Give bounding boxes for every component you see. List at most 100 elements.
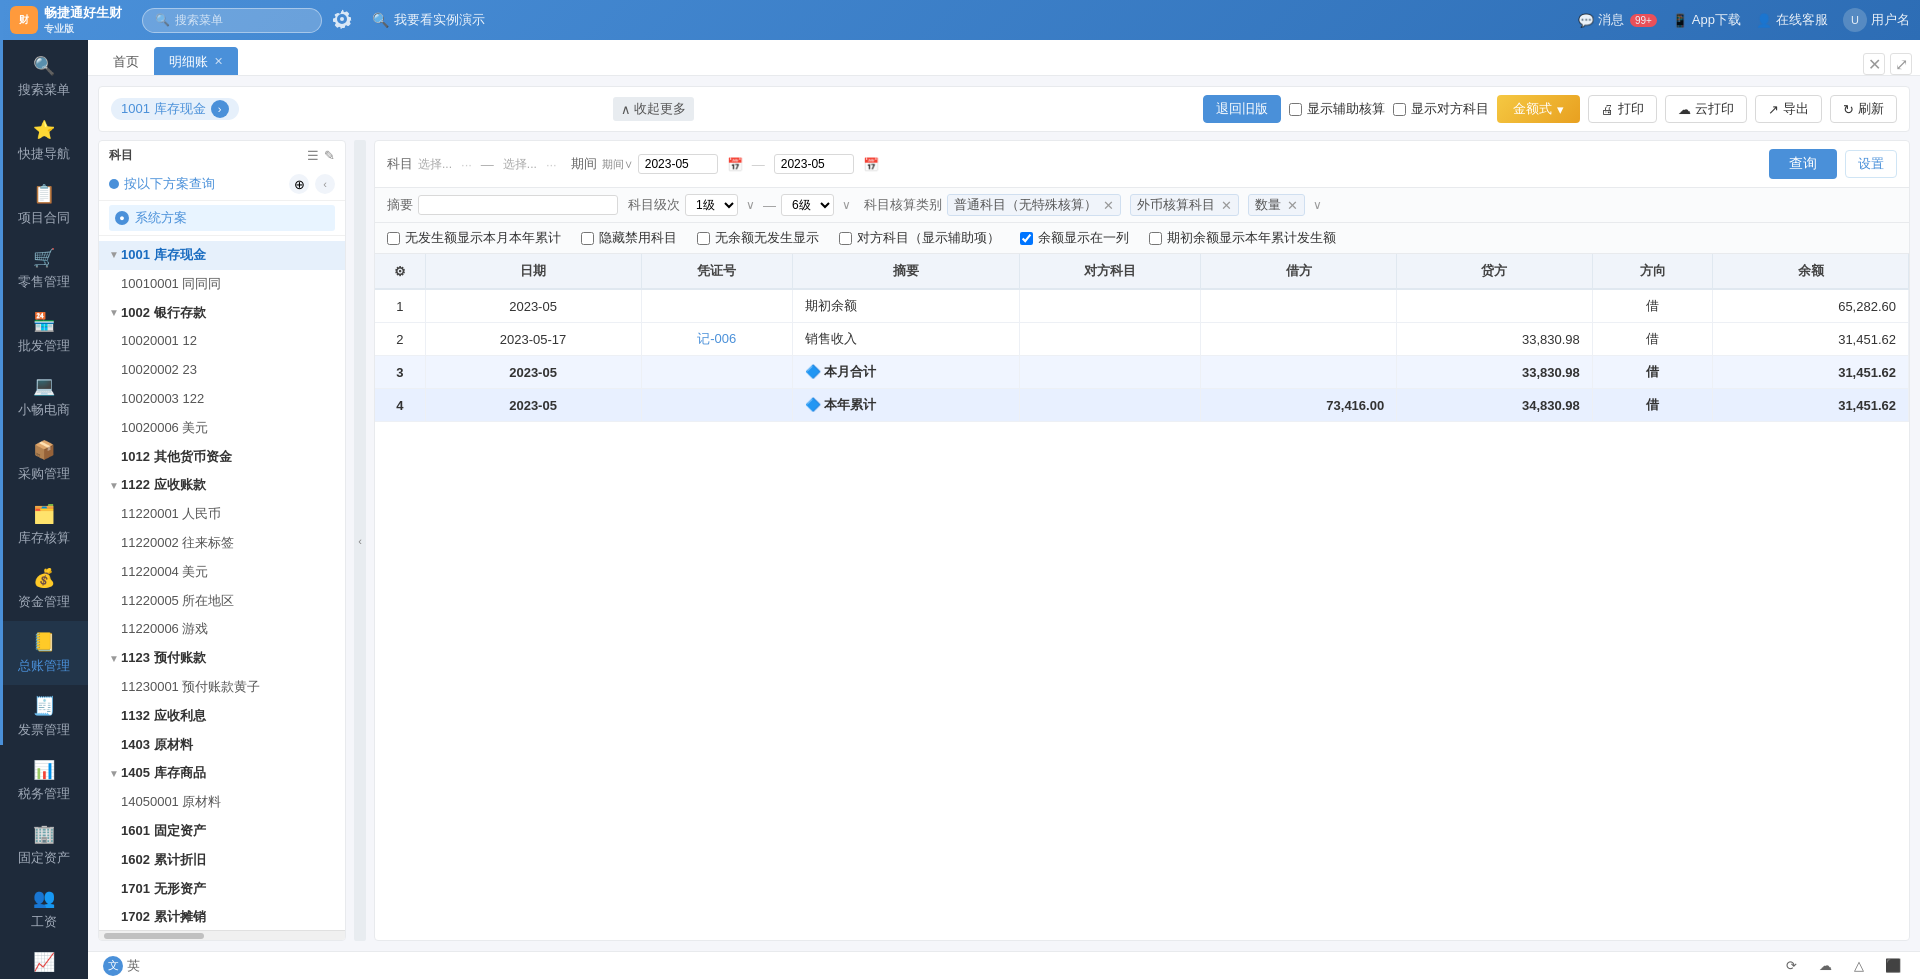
period-calendar-icon[interactable]: 📅 [727, 157, 743, 172]
tree-item-10020002[interactable]: 10020002 23 [99, 356, 345, 385]
horizontal-scrollbar[interactable] [99, 930, 345, 940]
sidebar-item-invoice[interactable]: 🧾 发票管理 [0, 685, 88, 749]
tab-ledger[interactable]: 明细账 ✕ [154, 47, 238, 75]
status-lang-btn[interactable]: 文 英 [103, 956, 140, 976]
query-btn[interactable]: 查询 [1769, 149, 1837, 179]
show-contra-input[interactable] [1393, 103, 1406, 116]
option-balance-one-col-input[interactable] [1020, 232, 1033, 245]
tree-item-1123[interactable]: ▼ 1123 预付账款 [99, 644, 345, 673]
option-hide-disabled-input[interactable] [581, 232, 594, 245]
show-contra-checkbox[interactable]: 显示对方科目 [1393, 100, 1489, 118]
settings-gear-icon[interactable] [332, 9, 352, 32]
level-start-select[interactable]: 1级2级3级 [685, 194, 738, 216]
option-balance-one-col[interactable]: 余额显示在一列 [1020, 229, 1129, 247]
tree-item-11220002[interactable]: 11220002 往来标签 [99, 529, 345, 558]
level-end-select[interactable]: 6级5级4级 [781, 194, 834, 216]
sidebar-item-operations[interactable]: 📈 经营管理 [0, 941, 88, 979]
app-download-btn[interactable]: 📱 App下载 [1672, 11, 1741, 29]
option-no-balance-input[interactable] [697, 232, 710, 245]
sidebar-item-purchase[interactable]: 📦 采购管理 [0, 429, 88, 493]
settings-btn[interactable]: 设置 [1845, 150, 1897, 178]
tree-item-10020006[interactable]: 10020006 美元 [99, 414, 345, 443]
tag-quantity-close[interactable]: ✕ [1287, 198, 1298, 213]
status-icon-4[interactable]: ⬛ [1881, 954, 1905, 978]
option-beginning-balance[interactable]: 期初余额显示本年累计发生额 [1149, 229, 1336, 247]
online-service-btn[interactable]: 👤 在线客服 [1756, 11, 1828, 29]
refresh-btn[interactable]: ↻ 刷新 [1830, 95, 1897, 123]
tab-close-icon[interactable]: ✕ [214, 55, 223, 68]
sidebar-item-capital[interactable]: 💰 资金管理 [0, 557, 88, 621]
sidebar-item-payroll[interactable]: 👥 工资 [0, 877, 88, 941]
search-bar[interactable]: 🔍 搜索菜单 [142, 8, 322, 33]
tree-item-1002[interactable]: ▼ 1002 银行存款 [99, 299, 345, 328]
period-end-input[interactable] [774, 154, 854, 174]
cloud-print-btn[interactable]: ☁ 云打印 [1665, 95, 1747, 123]
window-expand-btn[interactable]: ⤢ [1890, 53, 1912, 75]
show-aux-input[interactable] [1289, 103, 1302, 116]
sidebar-item-inventory[interactable]: 🗂️ 库存核算 [0, 493, 88, 557]
tree-item-11220004[interactable]: 11220004 美元 [99, 558, 345, 587]
tag-normal-close[interactable]: ✕ [1103, 198, 1114, 213]
tag-foreign-close[interactable]: ✕ [1221, 198, 1232, 213]
tree-item-1132[interactable]: 1132 应收利息 [99, 702, 345, 731]
tree-item-1702[interactable]: 1702 累计摊销 [99, 903, 345, 930]
window-close-btn[interactable]: ✕ [1863, 53, 1885, 75]
option-beginning-balance-input[interactable] [1149, 232, 1162, 245]
panel-collapse-arrow[interactable]: ‹ [354, 140, 366, 941]
option-contra-display[interactable]: 对方科目（显示辅助项） [839, 229, 1000, 247]
subject-input-2[interactable]: 选择... [503, 156, 537, 173]
scheme-settings-icon[interactable]: ⊕ [289, 174, 309, 194]
tree-item-11220001[interactable]: 11220001 人民币 [99, 500, 345, 529]
edit-icon[interactable]: ✎ [324, 148, 335, 163]
sidebar-item-search[interactable]: 🔍 搜索菜单 [0, 45, 88, 109]
period-start-input[interactable] [638, 154, 718, 174]
summary-input[interactable] [418, 195, 618, 215]
sidebar-item-fixed-assets[interactable]: 🏢 固定资产 [0, 813, 88, 877]
sidebar-item-project[interactable]: 📋 项目合同 [0, 173, 88, 237]
option-hide-disabled[interactable]: 隐藏禁用科目 [581, 229, 677, 247]
tree-item-1001[interactable]: ▼ 1001 库存现金 [99, 241, 345, 270]
sidebar-item-ledger[interactable]: 📒 总账管理 [0, 621, 88, 685]
status-icon-1[interactable]: ⟳ [1779, 954, 1803, 978]
tree-item-11220005[interactable]: 11220005 所在地区 [99, 587, 345, 616]
sidebar-item-quicknav[interactable]: ⭐ 快捷导航 [0, 109, 88, 173]
return-old-btn[interactable]: 退回旧版 [1203, 95, 1281, 123]
option-no-balance[interactable]: 无余额无发生显示 [697, 229, 819, 247]
tree-item-11230001[interactable]: 11230001 预付账款黄子 [99, 673, 345, 702]
export-btn[interactable]: ↗ 导出 [1755, 95, 1822, 123]
tree-item-1701[interactable]: 1701 无形资产 [99, 875, 345, 904]
scheme-collapse-icon[interactable]: ‹ [315, 174, 335, 194]
tree-item-1601[interactable]: 1601 固定资产 [99, 817, 345, 846]
option-no-occurrence[interactable]: 无发生额显示本月本年累计 [387, 229, 561, 247]
period-calendar-end-icon[interactable]: 📅 [863, 157, 879, 172]
tree-item-11220006[interactable]: 11220006 游戏 [99, 615, 345, 644]
period-type[interactable]: 期间∨ [602, 157, 633, 172]
tree-item-10020001[interactable]: 10020001 12 [99, 327, 345, 356]
gold-format-btn[interactable]: 金额式 ▾ [1497, 95, 1580, 123]
sidebar-item-wholesale[interactable]: 🏪 批发管理 [0, 301, 88, 365]
status-icon-3[interactable]: △ [1847, 954, 1871, 978]
tree-item-10010001[interactable]: 10010001 同同同 [99, 270, 345, 299]
account-nav-arrow[interactable]: › [211, 100, 229, 118]
option-no-occurrence-input[interactable] [387, 232, 400, 245]
sidebar-item-tax[interactable]: 📊 税务管理 [0, 749, 88, 813]
col-settings[interactable]: ⚙ [375, 254, 425, 289]
tree-item-1012[interactable]: 1012 其他货币资金 [99, 443, 345, 472]
expand-more-btn[interactable]: ∧ 收起更多 [613, 97, 694, 121]
voucher-link[interactable]: 记-006 [697, 331, 736, 346]
option-contra-display-input[interactable] [839, 232, 852, 245]
messages-btn[interactable]: 💬 消息 99+ [1578, 11, 1657, 29]
status-icon-2[interactable]: ☁ [1813, 954, 1837, 978]
list-icon[interactable]: ☰ [307, 148, 319, 163]
tree-item-14050001[interactable]: 14050001 原材料 [99, 788, 345, 817]
subject-input[interactable]: 选择... [418, 156, 452, 173]
print-btn[interactable]: 🖨 打印 [1588, 95, 1657, 123]
sidebar-item-retail[interactable]: 🛒 零售管理 [0, 237, 88, 301]
tab-home[interactable]: 首页 [98, 47, 154, 75]
scheme-item[interactable]: ● 系统方案 [99, 201, 345, 236]
tree-item-1405[interactable]: ▼ 1405 库存商品 [99, 759, 345, 788]
tree-item-1403[interactable]: 1403 原材料 [99, 731, 345, 760]
tree-item-10020003[interactable]: 10020003 122 [99, 385, 345, 414]
show-aux-checkbox[interactable]: 显示辅助核算 [1289, 100, 1385, 118]
user-profile-btn[interactable]: U 用户名 [1843, 8, 1910, 32]
